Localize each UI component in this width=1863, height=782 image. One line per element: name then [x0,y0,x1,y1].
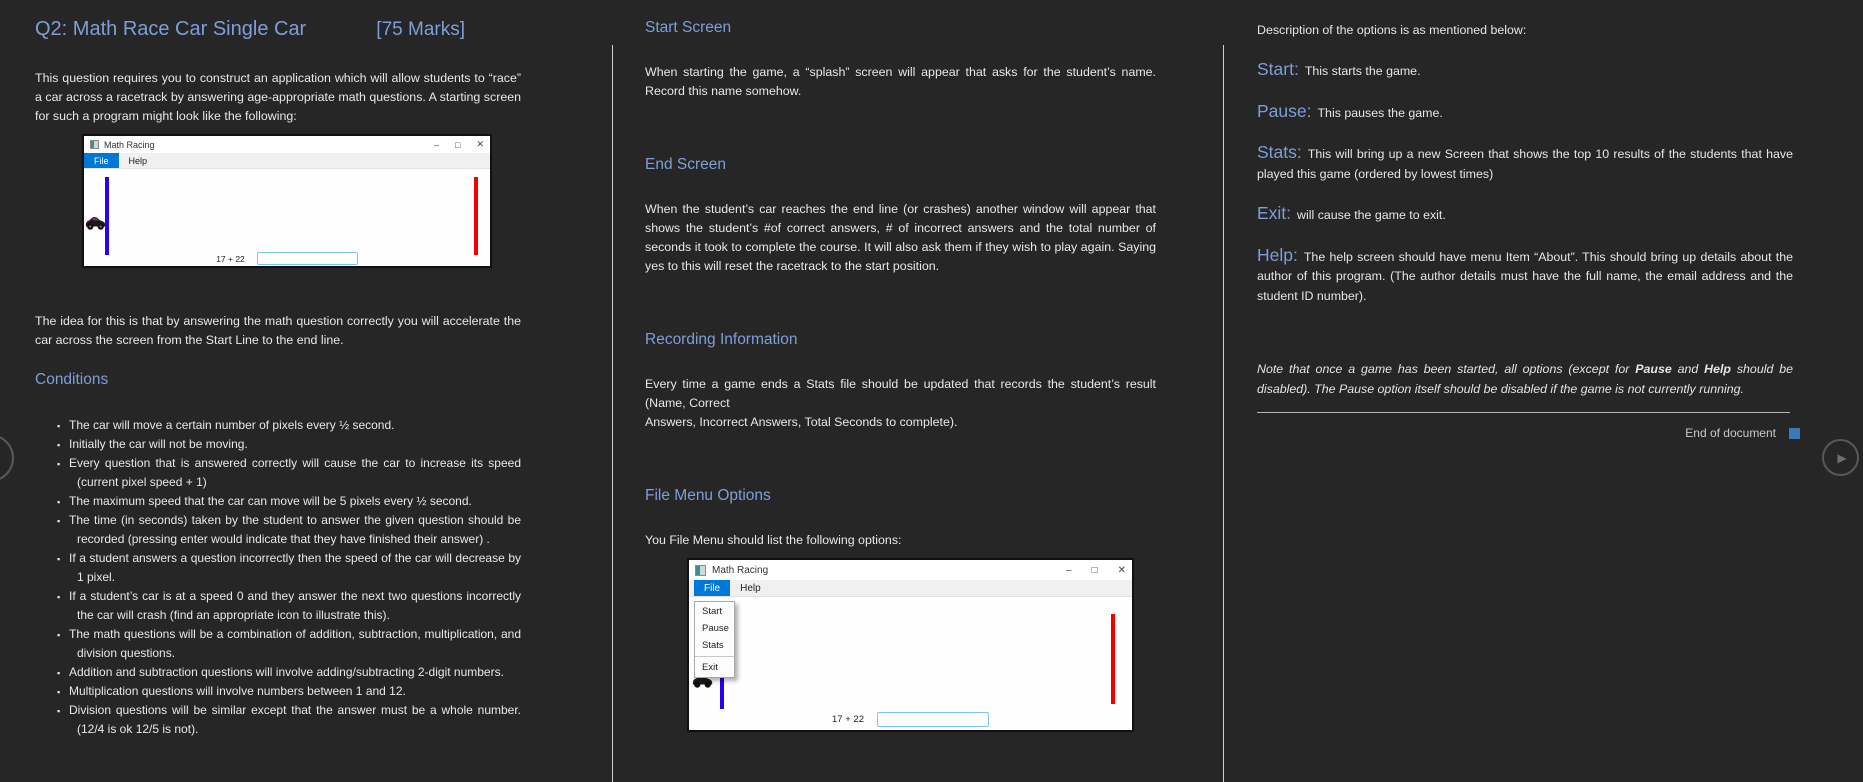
previous-page-button[interactable] [0,434,14,482]
car-icon [85,215,106,231]
idea-paragraph: The idea for this is that by answering t… [35,314,521,347]
document-page: Q2: Math Race Car Single Car [75 Marks] … [0,0,1863,782]
close-icon: ✕ [476,139,484,149]
note-text: and [1671,362,1705,376]
section-heading-end-screen: End Screen [645,156,726,173]
condition-item: Initially the car will not be moving. [35,435,521,455]
file-menu-button: File [84,153,119,168]
app-screenshot-start: Math Racing – □ ✕ File Help 17 + 22 [82,134,492,268]
intro-paragraph: This question requires you to construct … [35,71,521,123]
menu-item-pause: Pause [702,623,729,634]
next-arrow-icon: ▶ [1837,450,1847,465]
end-line [474,177,478,255]
option-label: Start: [1257,59,1299,79]
condition-item: The math questions will be a combination… [35,625,521,663]
note-bold: Pause [1635,362,1672,376]
file-dropdown-menu: Start Pause Stats Exit [694,601,735,678]
option-label: Pause: [1257,100,1312,121]
marks-label: [75 Marks] [376,19,465,40]
option-text: This will bring up a new Screen that sho… [1257,147,1793,181]
question-row: 17 + 22 [84,252,490,265]
window-menubar: File Help [689,580,1132,597]
window-titlebar: Math Racing – □ ✕ [689,560,1132,580]
menu-item-exit: Exit [702,662,718,673]
note-paragraph: Note that once a game has been started, … [1257,360,1793,399]
answer-input [256,252,358,265]
column-divider [612,45,613,782]
window-controls: – □ ✕ [434,139,484,150]
end-divider [1257,412,1790,413]
option-pause: Pause: This pauses the game. [1257,100,1793,124]
menu-item-start: Start [702,606,723,617]
condition-item: The maximum speed that the car can move … [35,492,521,512]
app-icon [90,140,99,149]
option-label: Exit: [1257,203,1292,223]
column-divider [1223,45,1224,782]
window-titlebar: Math Racing – □ ✕ [84,136,490,153]
window-menubar: File Help [84,153,490,169]
race-track: 17 + 22 [84,169,490,266]
option-stats: Stats: This will bring up a new Screen th… [1257,142,1793,184]
math-question: 17 + 22 [832,714,864,725]
menu-separator [695,656,734,657]
middle-column: Start Screen When starting the game, a “… [645,13,1156,732]
option-label: Stats: [1257,142,1302,162]
section-heading-file-menu-options: File Menu Options [645,487,771,504]
end-of-document: End of document [1257,426,1800,440]
condition-item: Every question that is answered correctl… [35,454,521,492]
section-body-start-screen: When starting the game, a “splash” scree… [645,65,1156,98]
section-heading-recording-information: Recording Information [645,331,798,348]
answer-input [876,712,989,727]
section-body-recording-information: Every time a game ends a Stats file shou… [645,377,1156,429]
end-of-document-label: End of document [1685,426,1776,440]
options-intro: Description of the options is as mention… [1257,23,1527,37]
question-row: 17 + 22 [689,712,1132,727]
next-page-button[interactable]: ▶ [1822,439,1859,476]
note-text: Note that once a game has been started, … [1257,362,1636,376]
option-text: This pauses the game. [1317,105,1443,120]
help-menu-button: Help [740,582,761,594]
note-bold: Help [1704,362,1731,376]
app-screenshot-file-menu: Math Racing – □ ✕ File Help Start Pause … [687,558,1134,732]
file-menu-button: File [694,580,731,596]
condition-item: The car will move a certain number of pi… [35,416,521,436]
condition-item: If a student answers a question incorrec… [35,549,521,587]
conditions-list: The car will move a certain number of pi… [35,416,521,739]
condition-item: Addition and subtraction questions will … [35,663,521,683]
window-title: Math Racing [104,139,155,150]
section-heading-start-screen: Start Screen [645,19,732,36]
option-text: The help screen should have menu Item “A… [1257,249,1793,303]
close-icon: ✕ [1117,564,1126,576]
condition-item: Division questions will be similar excep… [35,701,521,739]
option-text: This starts the game. [1304,64,1421,78]
end-of-document-icon [1789,427,1800,439]
left-column: Q2: Math Race Car Single Car [75 Marks] … [35,13,521,739]
race-track: Start Pause Stats Exit 17 + 22 [689,597,1132,730]
option-exit: Exit: will cause the game to exit. [1257,203,1793,226]
window-title: Math Racing [712,564,769,576]
page-title: Q2: Math Race Car Single Car [35,18,307,40]
section-body-end-screen: When the student’s car reaches the end l… [645,202,1156,273]
math-question: 17 + 22 [216,253,245,264]
option-label: Help: [1257,244,1298,265]
section-heading-conditions: Conditions [35,371,109,388]
option-text: will cause the game to exit. [1297,208,1446,222]
maximize-icon: □ [455,139,461,150]
section-body-file-menu-options: You File Menu should list the following … [645,533,902,547]
condition-item: If a student’s car is at a speed 0 and t… [35,587,521,625]
menu-item-stats: Stats [702,640,724,651]
end-line [1111,614,1115,704]
right-column: Description of the options is as mention… [1257,13,1800,440]
condition-item: The time (in seconds) taken by the stude… [35,511,521,549]
app-icon [695,564,706,576]
minimize-icon: – [1066,564,1072,576]
help-menu-button: Help [128,155,148,166]
maximize-icon: □ [1091,564,1098,576]
option-help: Help: The help screen should have menu It… [1257,244,1793,307]
option-start: Start: This starts the game. [1257,59,1793,82]
title-row: Q2: Math Race Car Single Car [75 Marks] [35,18,521,41]
window-controls: – □ ✕ [1066,565,1126,576]
minimize-icon: – [434,139,440,150]
condition-item: Multiplication questions will involve nu… [35,682,521,702]
